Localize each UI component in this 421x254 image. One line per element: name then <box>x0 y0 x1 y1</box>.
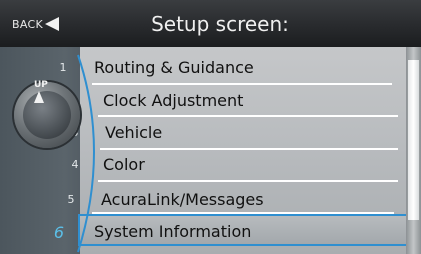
menu-item-color[interactable]: Color <box>103 150 393 180</box>
back-label: BACK <box>12 17 43 31</box>
header-bar: BACK Setup screen: <box>0 0 421 47</box>
setup-screen: BACK Setup screen: Routing & Guidance Cl… <box>0 0 421 254</box>
menu-divider <box>98 180 398 182</box>
menu-divider <box>92 83 392 85</box>
dial-number-1: 1 <box>59 61 67 74</box>
up-arrow-icon <box>34 91 44 103</box>
menu-item-routing-guidance[interactable]: Routing & Guidance <box>94 53 384 83</box>
scrollbar-thumb[interactable] <box>408 60 419 220</box>
menu-item-system-information[interactable]: System Information <box>94 217 384 247</box>
page-title: Setup screen: <box>151 12 289 36</box>
menu-item-acuralink-messages[interactable]: AcuraLink/Messages <box>101 185 391 215</box>
menu-item-vehicle[interactable]: Vehicle <box>105 118 395 148</box>
dial-number-6: 6 <box>53 223 65 242</box>
back-button[interactable]: BACK <box>12 11 78 37</box>
up-label: UP <box>34 80 48 90</box>
menu-item-clock-adjustment[interactable]: Clock Adjustment <box>103 86 393 116</box>
back-arrow-icon <box>44 17 59 31</box>
dial-number-5: 5 <box>67 193 75 206</box>
dial-number-4: 4 <box>71 158 79 171</box>
rotary-knob-center <box>23 91 71 139</box>
